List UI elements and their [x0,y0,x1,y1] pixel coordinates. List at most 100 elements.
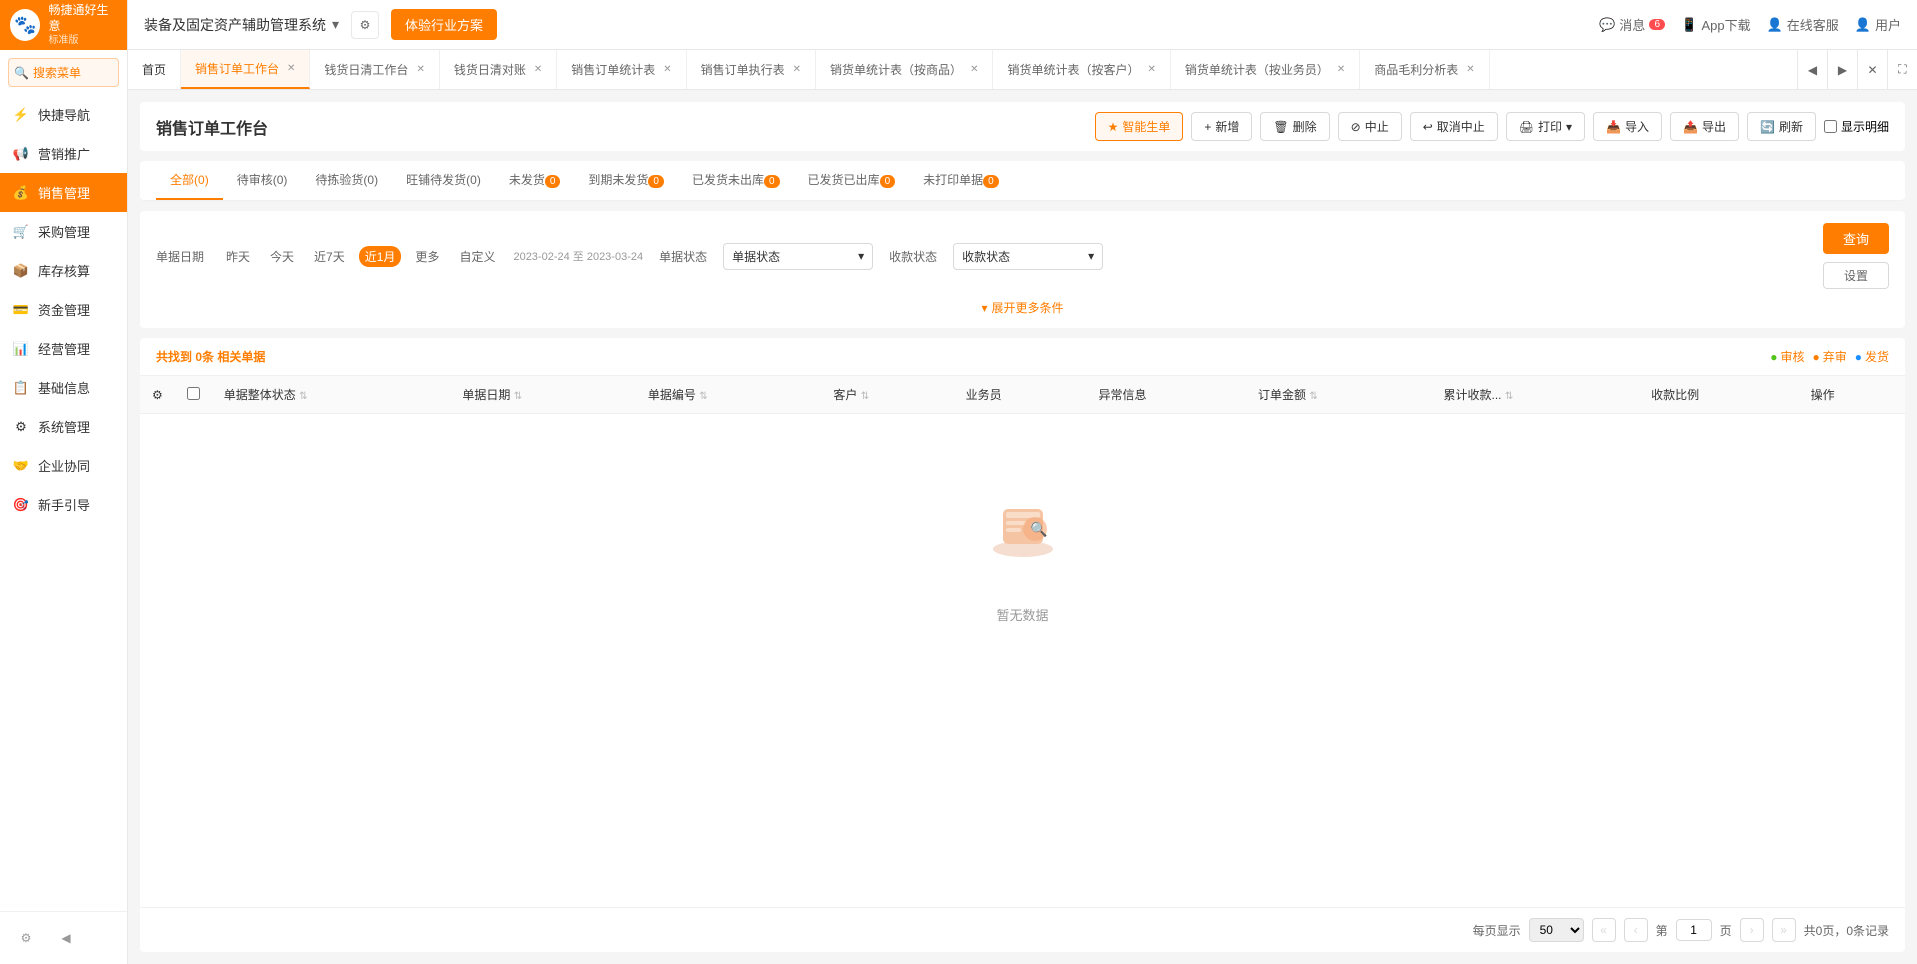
close-tab-sales-stat-staff[interactable]: ✕ [1337,64,1345,75]
sidebar-search-button[interactable]: 🔍 搜索菜单 [8,58,119,87]
new-btn[interactable]: + 新增 [1191,112,1252,141]
tab-sales-stat-product[interactable]: 销货单统计表（按商品） ✕ [816,50,993,89]
date-opt-yesterday[interactable]: 昨天 [220,246,256,267]
close-tab-cash-daily[interactable]: ✕ [416,64,424,75]
print-btn[interactable]: 🖨 打印 ▾ [1506,112,1585,141]
sidebar-item-basic-info[interactable]: 📋 基础信息 [0,368,127,407]
table-scroll-area[interactable]: ⚙ 单据整体状态 ⇅ 单据日期 ⇅ [140,376,1905,907]
tab-maximize-btn[interactable]: ⛶ [1887,50,1917,90]
date-opt-last7[interactable]: 近7天 [308,246,351,267]
page-number-input[interactable] [1676,919,1712,941]
tab-scroll-right-btn[interactable]: ▶ [1827,50,1857,90]
user-menu-btn[interactable]: 👤 用户 [1855,15,1901,34]
main-content: 装备及固定资产辅助管理系统 ▾ ⚙ 体验行业方案 💬 消息 6 📱 App下载 … [128,0,1917,964]
tab-close-current-btn[interactable]: ✕ [1857,50,1887,90]
last-page-btn[interactable]: » [1772,918,1796,942]
app-download-btn[interactable]: 📱 App下载 [1681,15,1750,34]
review-action-btn[interactable]: ● 审核 [1770,348,1804,365]
topbar-settings-btn[interactable]: ⚙ [351,11,379,39]
query-btn[interactable]: 查询 [1823,223,1889,254]
close-tab-sales-order-stat[interactable]: ✕ [663,64,671,75]
cancel-stop-icon: ↩ [1423,120,1433,134]
show-detail-label[interactable]: 显示明细 [1824,118,1889,135]
col-customer[interactable]: 客户 ⇅ [821,376,953,414]
tab-product-margin[interactable]: 商品毛利分析表 ✕ [1360,50,1489,89]
solution-btn[interactable]: 体验行业方案 [391,9,497,40]
tab-home[interactable]: 首页 [128,50,181,89]
page-size-select[interactable]: 50 10 20 100 [1529,918,1584,942]
subtab-not-printed[interactable]: 未打印单据0 [909,161,1013,200]
operations-icon: 📊 [12,340,30,358]
tab-cash-reconcile[interactable]: 钱货日清对账 ✕ [440,50,557,89]
next-page-btn[interactable]: › [1740,918,1764,942]
subtab-shipped-not-out[interactable]: 已发货未出库0 [678,161,794,200]
prev-page-btn[interactable]: ‹ [1624,918,1648,942]
col-actions: 操作 [1799,376,1905,414]
tab-cash-daily[interactable]: 钱货日清工作台 ✕ [310,50,439,89]
subtab-pending-review[interactable]: 待审核(0) [223,161,302,200]
subtab-all[interactable]: 全部(0) [156,161,223,200]
export-btn[interactable]: 📤 导出 [1670,112,1739,141]
sidebar-item-operations[interactable]: 📊 经营管理 [0,329,127,368]
cancel-stop-btn[interactable]: ↩ 取消中止 [1410,112,1498,141]
online-service-btn[interactable]: 👤 在线客服 [1767,15,1839,34]
smart-generate-btn[interactable]: ★ 智能生单 [1095,112,1184,141]
close-tab-sales-order-exec[interactable]: ✕ [793,64,801,75]
system-title-dropdown[interactable]: ▾ [332,16,339,33]
date-opt-custom[interactable]: 自定义 [453,246,501,267]
payment-status-select[interactable]: 收款状态 ▾ [953,243,1103,270]
subtab-not-shipped[interactable]: 未发货0 [495,161,575,200]
sidebar-item-inventory[interactable]: 📦 库存核算 [0,251,127,290]
col-doc-date[interactable]: 单据日期 ⇅ [450,376,635,414]
doc-status-select[interactable]: 单据状态 ▾ [723,243,873,270]
col-doc-no[interactable]: 单据编号 ⇅ [636,376,821,414]
date-opt-today[interactable]: 今天 [264,246,300,267]
stop-btn[interactable]: ⊘ 中止 [1338,112,1402,141]
close-tab-sales-order-workspace[interactable]: ✕ [287,63,295,74]
tab-sales-stat-customer[interactable]: 销货单统计表（按客户） ✕ [993,50,1170,89]
sidebar-item-sales[interactable]: 💰 销售管理 [0,173,127,212]
sidebar-item-purchase[interactable]: 🛒 采购管理 [0,212,127,251]
sidebar-item-enterprise[interactable]: 🤝 企业协同 [0,446,127,485]
collapse-sidebar-btn[interactable]: ◀ [50,922,82,954]
subtab-pending-inspect[interactable]: 待拣验货(0) [301,161,392,200]
delete-btn[interactable]: 🗑 删除 [1260,112,1329,141]
col-cumulative-receipt[interactable]: 累计收款... ⇅ [1432,376,1640,414]
col-settings[interactable]: ⚙ [140,376,175,414]
cancel-review-action-btn[interactable]: ● 弃审 [1812,348,1846,365]
sidebar-item-system[interactable]: ⚙ 系统管理 [0,407,127,446]
close-tab-product-margin[interactable]: ✕ [1466,64,1474,75]
close-tab-cash-reconcile[interactable]: ✕ [534,64,542,75]
payment-status-dropdown-icon: ▾ [1088,249,1094,263]
sidebar-item-marketing[interactable]: 📢 营销推广 [0,134,127,173]
select-all-checkbox[interactable] [187,387,200,400]
sidebar-item-finance[interactable]: 💳 资金管理 [0,290,127,329]
close-tab-sales-stat-product[interactable]: ✕ [970,64,978,75]
tab-sales-stat-staff[interactable]: 销货单统计表（按业务员） ✕ [1171,50,1360,89]
close-tab-sales-stat-customer[interactable]: ✕ [1147,64,1155,75]
tab-scroll-left-btn[interactable]: ◀ [1797,50,1827,90]
import-btn[interactable]: 📥 导入 [1593,112,1662,141]
expand-filter-btn[interactable]: ▾ 展开更多条件 [981,299,1063,316]
cancel-review-dot: ● [1812,350,1819,364]
date-opt-more[interactable]: 更多 [409,246,445,267]
show-detail-checkbox[interactable] [1824,120,1837,133]
col-doc-status[interactable]: 单据整体状态 ⇅ [212,376,451,414]
col-checkbox[interactable] [175,376,212,414]
tab-sales-order-stat[interactable]: 销售订单统计表 ✕ [557,50,686,89]
message-btn[interactable]: 💬 消息 6 [1599,15,1665,34]
ship-action-btn[interactable]: ● 发货 [1855,348,1889,365]
subtab-shipped-out[interactable]: 已发货已出库0 [794,161,910,200]
date-opt-last1m[interactable]: 近1月 [359,246,402,267]
sidebar-item-guide[interactable]: 🎯 新手引导 [0,485,127,524]
first-page-btn[interactable]: « [1592,918,1616,942]
col-order-amount[interactable]: 订单金额 ⇅ [1246,376,1431,414]
subtab-wangpu-ship[interactable]: 旺铺待发货(0) [392,161,495,200]
filter-setting-btn[interactable]: 设置 [1823,262,1889,289]
subtab-overdue-not-shipped[interactable]: 到期未发货0 [574,161,678,200]
refresh-btn[interactable]: 🔄 刷新 [1747,112,1816,141]
sidebar-item-quick-nav[interactable]: ⚡ 快捷导航 [0,95,127,134]
tab-sales-order-workspace[interactable]: 销售订单工作台 ✕ [181,50,310,89]
settings-icon-btn[interactable]: ⚙ [10,922,42,954]
tab-sales-order-exec[interactable]: 销售订单执行表 ✕ [687,50,816,89]
